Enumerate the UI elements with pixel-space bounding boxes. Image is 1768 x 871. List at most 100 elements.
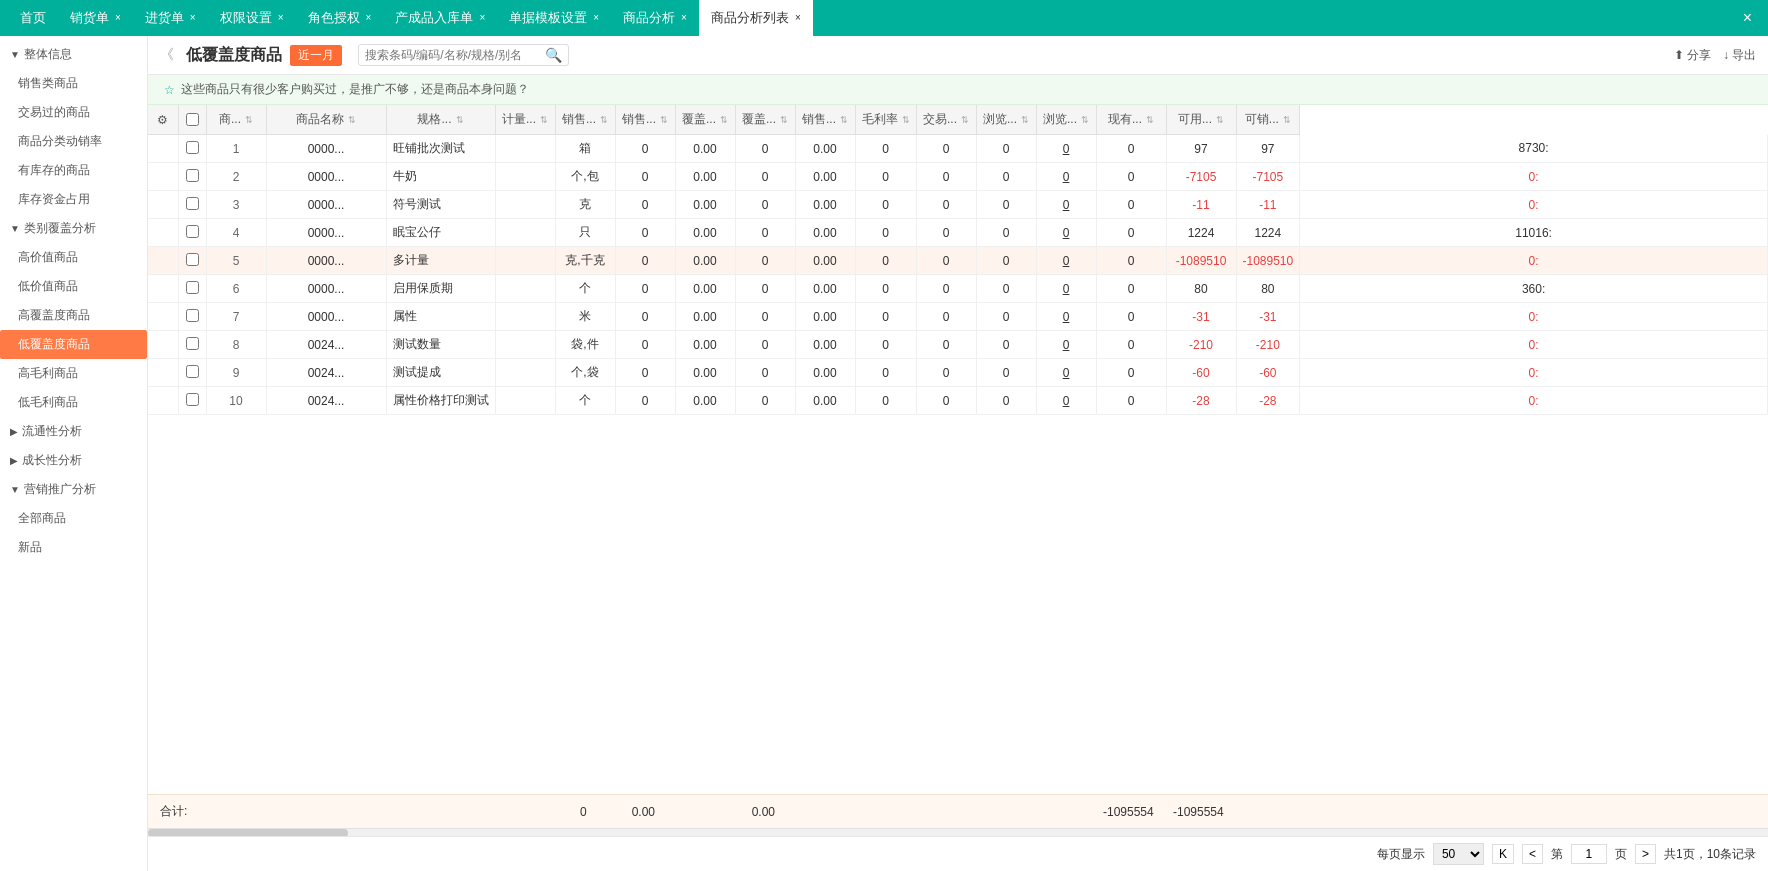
sidebar-section-liquidity[interactable]: ▶ 流通性分析 xyxy=(0,417,147,446)
nav-sales-order[interactable]: 销货单 × xyxy=(58,0,133,36)
row-checkbox[interactable] xyxy=(178,387,206,415)
row-checkbox[interactable] xyxy=(178,331,206,359)
browse-count-link[interactable]: 0 xyxy=(1063,170,1070,184)
row-browse-count[interactable]: 0 xyxy=(1036,359,1096,387)
row-checkbox[interactable] xyxy=(178,275,206,303)
sidebar-item-all-goods[interactable]: 全部商品 xyxy=(0,504,147,533)
th-sales-days[interactable]: 销售...⇅ xyxy=(795,105,855,135)
row-browse-count[interactable]: 0 xyxy=(1036,331,1096,359)
search-input[interactable] xyxy=(365,48,545,62)
row-browse-count[interactable]: 0 xyxy=(1036,303,1096,331)
row-select-checkbox[interactable] xyxy=(186,169,199,182)
th-sales-qty[interactable]: 销售...⇅ xyxy=(555,105,615,135)
sidebar-item-low-margin[interactable]: 低毛利商品 xyxy=(0,388,147,417)
first-page-button[interactable]: K xyxy=(1492,844,1514,864)
row-checkbox[interactable] xyxy=(178,247,206,275)
sidebar-section-overall[interactable]: ▼ 整体信息 xyxy=(0,40,147,69)
sidebar-section-growth[interactable]: ▶ 成长性分析 xyxy=(0,446,147,475)
th-settings[interactable]: ⚙ xyxy=(148,105,178,135)
sidebar-item-sales-goods[interactable]: 销售类商品 xyxy=(0,69,147,98)
row-checkbox[interactable] xyxy=(178,191,206,219)
sidebar-item-in-stock[interactable]: 有库存的商品 xyxy=(0,156,147,185)
sidebar-item-high-coverage[interactable]: 高覆盖度商品 xyxy=(0,301,147,330)
row-browse-count[interactable]: 0 xyxy=(1036,387,1096,415)
nav-permission[interactable]: 权限设置 × xyxy=(208,0,296,36)
sidebar-item-high-value[interactable]: 高价值商品 xyxy=(0,243,147,272)
th-current-stock[interactable]: 现有...⇅ xyxy=(1096,105,1166,135)
row-select-checkbox[interactable] xyxy=(186,253,199,266)
per-page-select[interactable]: 50 20 100 xyxy=(1433,843,1484,865)
th-browse-count[interactable]: 浏览...⇅ xyxy=(976,105,1036,135)
select-all-checkbox[interactable] xyxy=(186,113,199,126)
th-spec[interactable]: 规格...⇅ xyxy=(386,105,495,135)
browse-count-link[interactable]: 0 xyxy=(1063,394,1070,408)
th-unit[interactable]: 计量...⇅ xyxy=(495,105,555,135)
close-icon[interactable]: × xyxy=(681,0,687,36)
browse-count-link[interactable]: 0 xyxy=(1063,254,1070,268)
row-select-checkbox[interactable] xyxy=(186,365,199,378)
row-browse-count[interactable]: 0 xyxy=(1036,135,1096,163)
sidebar-section-coverage[interactable]: ▼ 类别覆盖分析 xyxy=(0,214,147,243)
sidebar-item-category-turnover[interactable]: 商品分类动销率 xyxy=(0,127,147,156)
sidebar-item-traded-goods[interactable]: 交易过的商品 xyxy=(0,98,147,127)
row-browse-count[interactable]: 0 xyxy=(1036,163,1096,191)
horizontal-scrollbar[interactable] xyxy=(148,828,1768,836)
close-icon[interactable]: × xyxy=(795,0,801,36)
browse-count-link[interactable]: 0 xyxy=(1063,366,1070,380)
row-select-checkbox[interactable] xyxy=(186,197,199,210)
browse-count-link[interactable]: 0 xyxy=(1063,338,1070,352)
th-sales-amt[interactable]: 销售...⇅ xyxy=(615,105,675,135)
th-trade-count[interactable]: 交易...⇅ xyxy=(916,105,976,135)
row-select-checkbox[interactable] xyxy=(186,337,199,350)
export-button[interactable]: ↓ 导出 xyxy=(1723,47,1756,64)
nav-product-inbound[interactable]: 产成品入库单 × xyxy=(383,0,497,36)
row-select-checkbox[interactable] xyxy=(186,141,199,154)
row-checkbox[interactable] xyxy=(178,219,206,247)
row-browse-count[interactable]: 0 xyxy=(1036,219,1096,247)
page-input[interactable] xyxy=(1571,844,1607,864)
th-checkbox[interactable] xyxy=(178,105,206,135)
browse-count-link[interactable]: 0 xyxy=(1063,142,1070,156)
sidebar-section-marketing[interactable]: ▼ 营销推广分析 xyxy=(0,475,147,504)
th-gross-rate[interactable]: 毛利率⇅ xyxy=(855,105,916,135)
sidebar-item-high-margin[interactable]: 高毛利商品 xyxy=(0,359,147,388)
nav-template-settings[interactable]: 单据模板设置 × xyxy=(497,0,611,36)
sidebar-item-low-value[interactable]: 低价值商品 xyxy=(0,272,147,301)
browse-count-link[interactable]: 0 xyxy=(1063,226,1070,240)
row-browse-count[interactable]: 0 xyxy=(1036,191,1096,219)
close-icon[interactable]: × xyxy=(366,0,372,36)
th-can-sell[interactable]: 可销...⇅ xyxy=(1236,105,1300,135)
th-code[interactable]: 商...⇅ xyxy=(206,105,266,135)
close-icon[interactable]: × xyxy=(115,0,121,36)
nav-product-analysis[interactable]: 商品分析 × xyxy=(611,0,699,36)
sidebar-item-low-coverage[interactable]: 低覆盖度商品 xyxy=(0,330,147,359)
row-checkbox[interactable] xyxy=(178,163,206,191)
product-table-container[interactable]: ⚙ 商...⇅ 商品名称⇅ 规格...⇅ xyxy=(148,105,1768,794)
search-icon[interactable]: 🔍 xyxy=(545,47,562,63)
row-select-checkbox[interactable] xyxy=(186,393,199,406)
row-checkbox[interactable] xyxy=(178,359,206,387)
browse-count-link[interactable]: 0 xyxy=(1063,198,1070,212)
sidebar-item-new-goods[interactable]: 新品 xyxy=(0,533,147,562)
next-page-button[interactable]: > xyxy=(1635,844,1656,864)
window-close-button[interactable]: × xyxy=(1735,9,1760,27)
th-cover-count[interactable]: 覆盖...⇅ xyxy=(675,105,735,135)
th-browse-rate[interactable]: 浏览...⇅ xyxy=(1036,105,1096,135)
th-available[interactable]: 可用...⇅ xyxy=(1166,105,1236,135)
prev-page-button[interactable]: < xyxy=(1522,844,1543,864)
share-button[interactable]: ⬆ 分享 xyxy=(1674,47,1711,64)
close-icon[interactable]: × xyxy=(190,0,196,36)
nav-home[interactable]: 首页 xyxy=(8,0,58,36)
row-select-checkbox[interactable] xyxy=(186,309,199,322)
nav-purchase-order[interactable]: 进货单 × xyxy=(133,0,208,36)
nav-role-auth[interactable]: 角色授权 × xyxy=(296,0,384,36)
th-name[interactable]: 商品名称⇅ xyxy=(266,105,386,135)
close-icon[interactable]: × xyxy=(479,0,485,36)
sidebar-collapse-button[interactable]: 《 xyxy=(160,46,174,64)
row-checkbox[interactable] xyxy=(178,135,206,163)
th-cover-rate[interactable]: 覆盖...⇅ xyxy=(735,105,795,135)
row-browse-count[interactable]: 0 xyxy=(1036,275,1096,303)
row-select-checkbox[interactable] xyxy=(186,281,199,294)
browse-count-link[interactable]: 0 xyxy=(1063,310,1070,324)
row-checkbox[interactable] xyxy=(178,303,206,331)
